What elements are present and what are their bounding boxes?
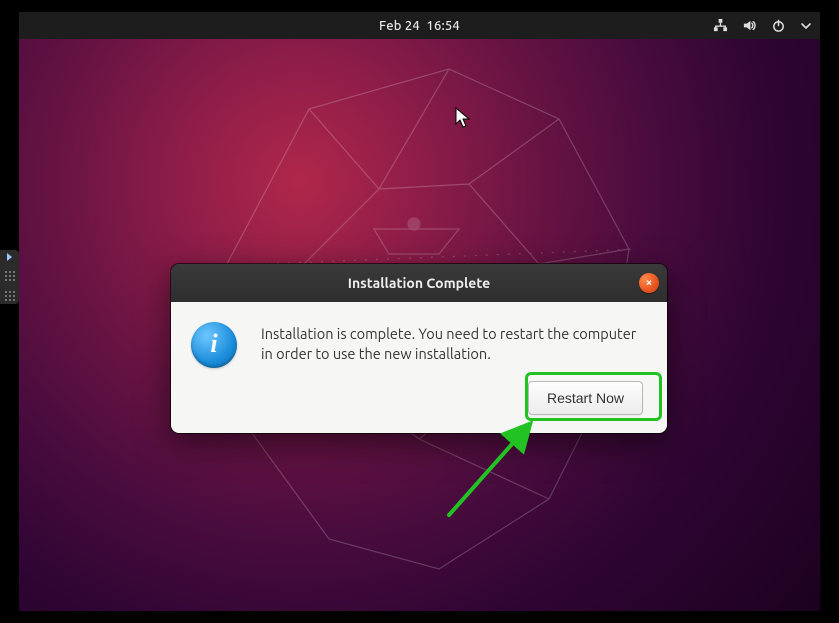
time-text: 16:54: [426, 19, 460, 33]
dialog-body: i Installation is complete. You need to …: [171, 302, 667, 433]
clock[interactable]: Feb 24 16:54: [379, 19, 460, 33]
chevron-down-icon[interactable]: [800, 20, 812, 32]
dialog-title: Installation Complete: [348, 275, 490, 291]
vm-side-tab[interactable]: [0, 250, 19, 304]
system-tray[interactable]: [713, 12, 812, 39]
dialog-message: Installation is complete. You need to re…: [261, 322, 643, 363]
info-icon: i: [191, 322, 237, 368]
close-button[interactable]: ×: [639, 273, 659, 293]
drag-grip-icon: [5, 291, 15, 301]
power-icon[interactable]: [771, 18, 786, 33]
restart-now-button[interactable]: Restart Now: [528, 381, 643, 415]
top-bar: Feb 24 16:54: [19, 12, 820, 39]
dialog-titlebar[interactable]: Installation Complete ×: [171, 264, 667, 302]
installation-complete-dialog: Installation Complete × i Installation i…: [171, 264, 667, 433]
date-text: Feb 24: [379, 19, 420, 33]
volume-icon[interactable]: [742, 18, 757, 33]
close-icon: ×: [646, 278, 652, 289]
drag-grip-icon: [5, 271, 15, 281]
expand-arrow-icon: [7, 253, 12, 261]
network-icon[interactable]: [713, 18, 728, 33]
